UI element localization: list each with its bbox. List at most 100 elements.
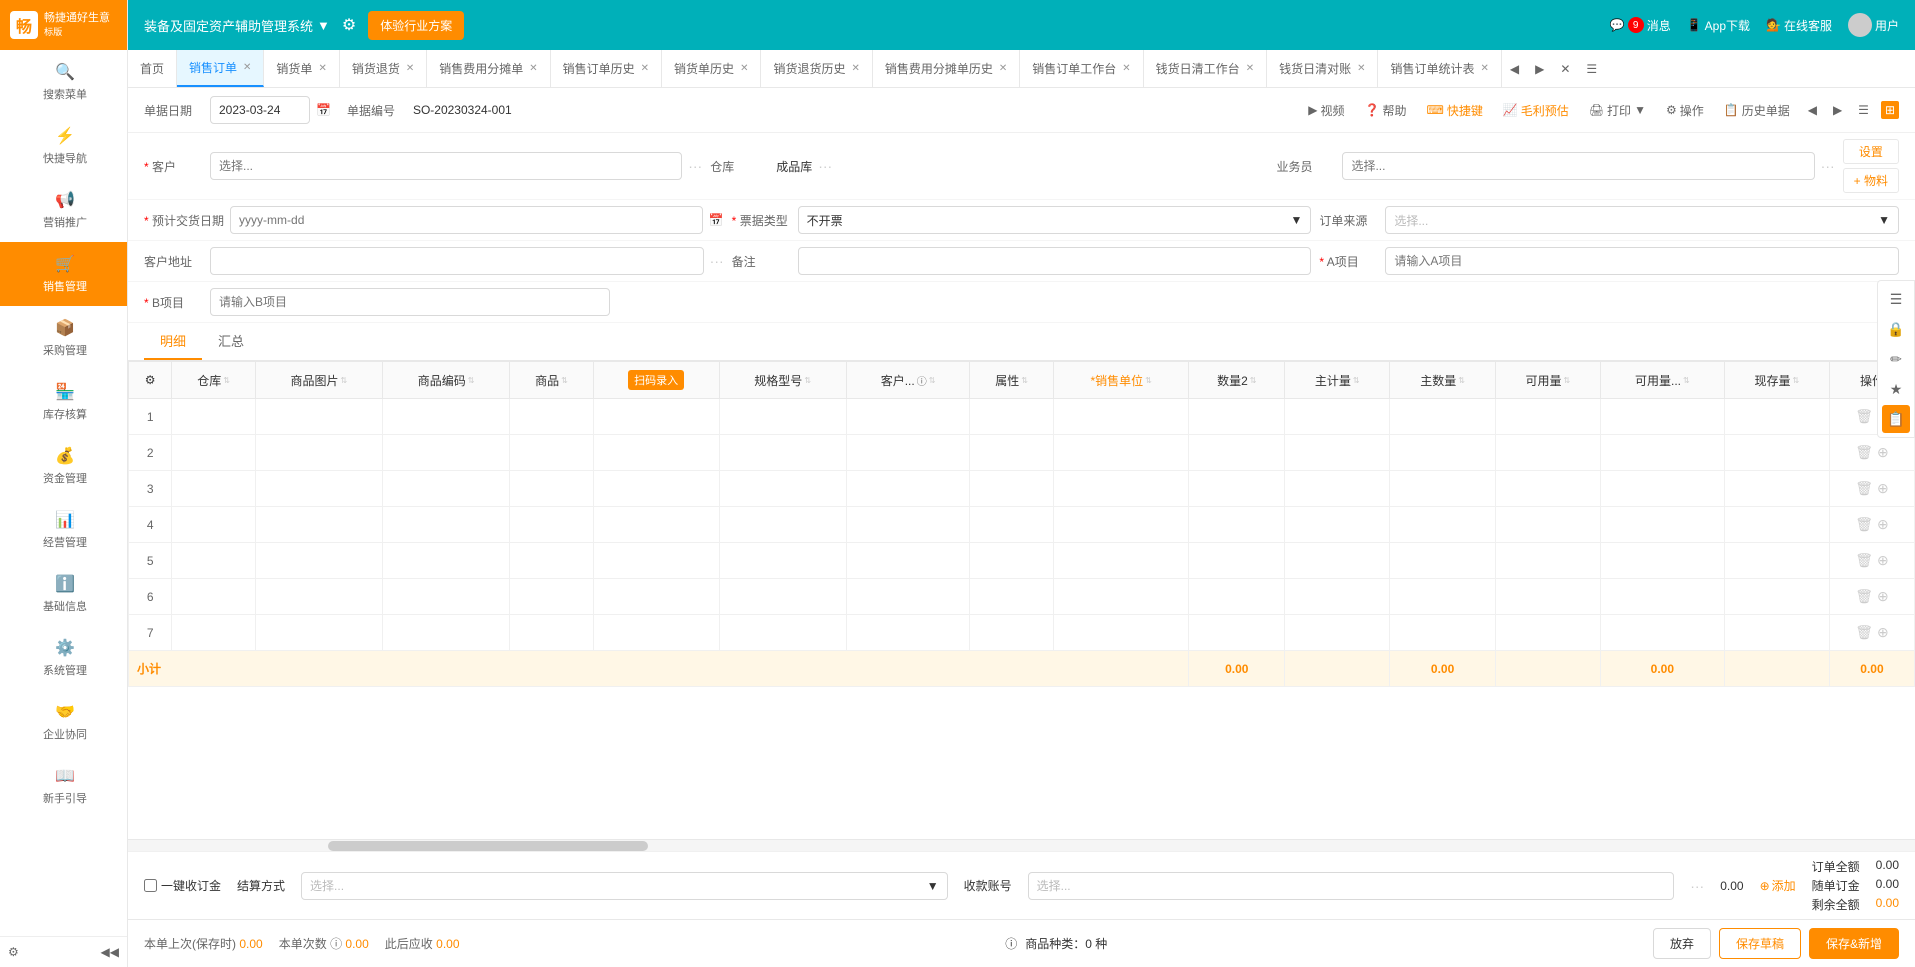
tab-sales-order[interactable]: 销售订单 ✕ — [177, 50, 264, 87]
col-settings[interactable]: ⚙ — [129, 362, 172, 399]
grid-view-btn[interactable]: ⊞ — [1881, 101, 1899, 119]
tab-return-history-close[interactable]: ✕ — [851, 63, 859, 74]
scrollbar-thumb[interactable] — [328, 841, 648, 851]
aproject-input[interactable] — [1385, 247, 1899, 275]
print-btn[interactable]: 🖨 打印 ▼ — [1583, 100, 1652, 121]
industry-btn[interactable]: 体验行业方案 — [368, 11, 464, 40]
tab-detail[interactable]: 明细 — [144, 323, 202, 360]
history-btn[interactable]: 📋 历史单据 — [1718, 100, 1796, 121]
customer-dots-btn[interactable]: ··· — [688, 158, 702, 174]
tab-cost-history[interactable]: 销售费用分摊单历史 ✕ — [873, 50, 1020, 87]
tab-menu-btn[interactable]: ☰ — [1578, 50, 1605, 87]
tab-order-history-close[interactable]: ✕ — [641, 63, 649, 74]
copy-icon[interactable]: ⊕ — [1877, 588, 1889, 605]
save-new-btn[interactable]: 保存&新增 — [1809, 928, 1899, 959]
delete-icon[interactable]: 🗑 — [1855, 480, 1873, 497]
tab-slip-history-close[interactable]: ✕ — [740, 63, 748, 74]
sidebar-item-marketing[interactable]: 📢 营销推广 — [0, 178, 127, 242]
goods-count-icon[interactable]: ⓘ — [1005, 935, 1017, 952]
profit-btn[interactable]: 📈 毛利预估 — [1497, 100, 1575, 121]
bproject-input[interactable] — [210, 288, 610, 316]
tab-sales-slip[interactable]: 销货单 ✕ — [264, 50, 339, 87]
table-wrapper[interactable]: ⚙ 仓库⇅ 商品图片⇅ 商品编码⇅ — [128, 361, 1915, 839]
operation-btn[interactable]: ⚙ 操作 — [1660, 100, 1710, 121]
delivery-calendar-icon[interactable]: 📅 — [709, 213, 724, 227]
staff-input[interactable] — [1342, 152, 1814, 180]
tab-sales-order-close[interactable]: ✕ — [243, 62, 251, 73]
add-payment-btn[interactable]: ⊕ 添加 — [1760, 877, 1796, 894]
settings-gear-icon[interactable]: ⚙ — [342, 15, 356, 35]
copy-icon[interactable]: ⊕ — [1877, 444, 1889, 461]
delivery-input[interactable] — [230, 206, 703, 234]
sidebar-item-search[interactable]: 🔍 搜索菜单 — [0, 50, 127, 114]
account-select[interactable]: 选择... — [1028, 872, 1675, 900]
discard-btn[interactable]: 放弃 — [1653, 928, 1711, 959]
delete-icon[interactable]: 🗑 — [1855, 624, 1873, 641]
sidebar-item-enterprise[interactable]: 🤝 企业协同 — [0, 690, 127, 754]
tab-slip-history[interactable]: 销货单历史 ✕ — [662, 50, 761, 87]
tool-btn-5[interactable]: 📋 — [1882, 405, 1910, 433]
tab-stats-close[interactable]: ✕ — [1481, 63, 1489, 74]
tab-return[interactable]: 销货退货 ✕ — [340, 50, 427, 87]
tab-home[interactable]: 首页 — [128, 50, 177, 87]
delete-icon[interactable]: 🗑 — [1855, 588, 1873, 605]
sidebar-item-baseinfo[interactable]: ℹ️ 基础信息 — [0, 562, 127, 626]
invoice-select[interactable]: 不开票 ▼ — [798, 206, 1312, 234]
tool-btn-1[interactable]: ☰ — [1882, 285, 1910, 313]
help-btn[interactable]: ❓ 帮助 — [1359, 100, 1413, 121]
tab-cost-history-close[interactable]: ✕ — [999, 63, 1007, 74]
sidebar-item-operations[interactable]: 📊 经营管理 — [0, 498, 127, 562]
tab-sales-slip-close[interactable]: ✕ — [318, 63, 326, 74]
one-click-checkbox[interactable] — [144, 879, 157, 892]
scan-btn[interactable]: 扫码录入 — [628, 370, 684, 390]
add-material-btn[interactable]: + 物料 — [1843, 168, 1899, 193]
sidebar-item-inventory[interactable]: 🏪 库存核算 — [0, 370, 127, 434]
nav-next-btn[interactable]: ▶ — [1829, 101, 1846, 119]
tool-btn-3[interactable]: ✏ — [1882, 345, 1910, 373]
sidebar-item-guide[interactable]: 📖 新手引导 — [0, 754, 127, 818]
copy-icon[interactable]: ⊕ — [1877, 624, 1889, 641]
nav-prev-btn[interactable]: ◀ — [1804, 101, 1821, 119]
view-btn[interactable]: ▶ 视频 — [1302, 100, 1350, 121]
copy-icon[interactable]: ⊕ — [1877, 516, 1889, 533]
account-dots-btn[interactable]: ··· — [1690, 878, 1704, 894]
tab-return-close[interactable]: ✕ — [406, 63, 414, 74]
message-btn[interactable]: 💬 9 消息 — [1610, 17, 1671, 34]
one-click-checkbox-label[interactable]: 一键收订金 — [144, 877, 221, 894]
tab-order-workbench[interactable]: 销售订单工作台 ✕ — [1020, 50, 1143, 87]
tab-return-history[interactable]: 销货退货历史 ✕ — [761, 50, 872, 87]
collapse-icon[interactable]: ◀◀ — [101, 945, 119, 959]
staff-dots-btn[interactable]: ··· — [1821, 158, 1835, 174]
delete-icon[interactable]: 🗑 — [1855, 408, 1873, 425]
dropdown-icon[interactable]: ▼ — [317, 18, 330, 33]
delete-icon[interactable]: 🗑 — [1855, 516, 1873, 533]
tab-daily-workbench-close[interactable]: ✕ — [1246, 63, 1254, 74]
address-input[interactable] — [210, 247, 704, 275]
tab-order-workbench-close[interactable]: ✕ — [1122, 63, 1130, 74]
sidebar-item-finance[interactable]: 💰 资金管理 — [0, 434, 127, 498]
app-download-btn[interactable]: 📱 App下载 — [1687, 17, 1750, 34]
sidebar-item-sales[interactable]: 🛒 销售管理 — [0, 242, 127, 306]
payment-method-select[interactable]: 选择... ▼ — [301, 872, 948, 900]
tool-btn-2[interactable]: 🔒 — [1882, 315, 1910, 343]
sidebar-item-purchase[interactable]: 📦 采购管理 — [0, 306, 127, 370]
warehouse-dots-btn[interactable]: ··· — [818, 158, 832, 174]
tab-order-history[interactable]: 销售订单历史 ✕ — [551, 50, 662, 87]
settings-icon[interactable]: ⚙ — [8, 945, 19, 959]
address-dots-btn[interactable]: ··· — [710, 253, 724, 269]
tab-stats[interactable]: 销售订单统计表 ✕ — [1378, 50, 1501, 87]
calendar-icon[interactable]: 📅 — [316, 103, 331, 117]
horizontal-scrollbar[interactable] — [128, 839, 1915, 851]
tab-reconcile-close[interactable]: ✕ — [1357, 63, 1365, 74]
tab-close-all-btn[interactable]: ✕ — [1552, 50, 1578, 87]
tab-summary[interactable]: 汇总 — [202, 323, 260, 360]
delete-icon[interactable]: 🗑 — [1855, 444, 1873, 461]
copy-icon[interactable]: ⊕ — [1877, 552, 1889, 569]
date-input[interactable] — [210, 96, 310, 124]
note-input[interactable] — [798, 247, 1312, 275]
tool-btn-4[interactable]: ★ — [1882, 375, 1910, 403]
save-draft-btn[interactable]: 保存草稿 — [1719, 928, 1801, 959]
copy-icon[interactable]: ⊕ — [1877, 480, 1889, 497]
tab-reconcile[interactable]: 钱货日清对账 ✕ — [1267, 50, 1378, 87]
online-service-btn[interactable]: 💁 在线客服 — [1766, 17, 1832, 34]
